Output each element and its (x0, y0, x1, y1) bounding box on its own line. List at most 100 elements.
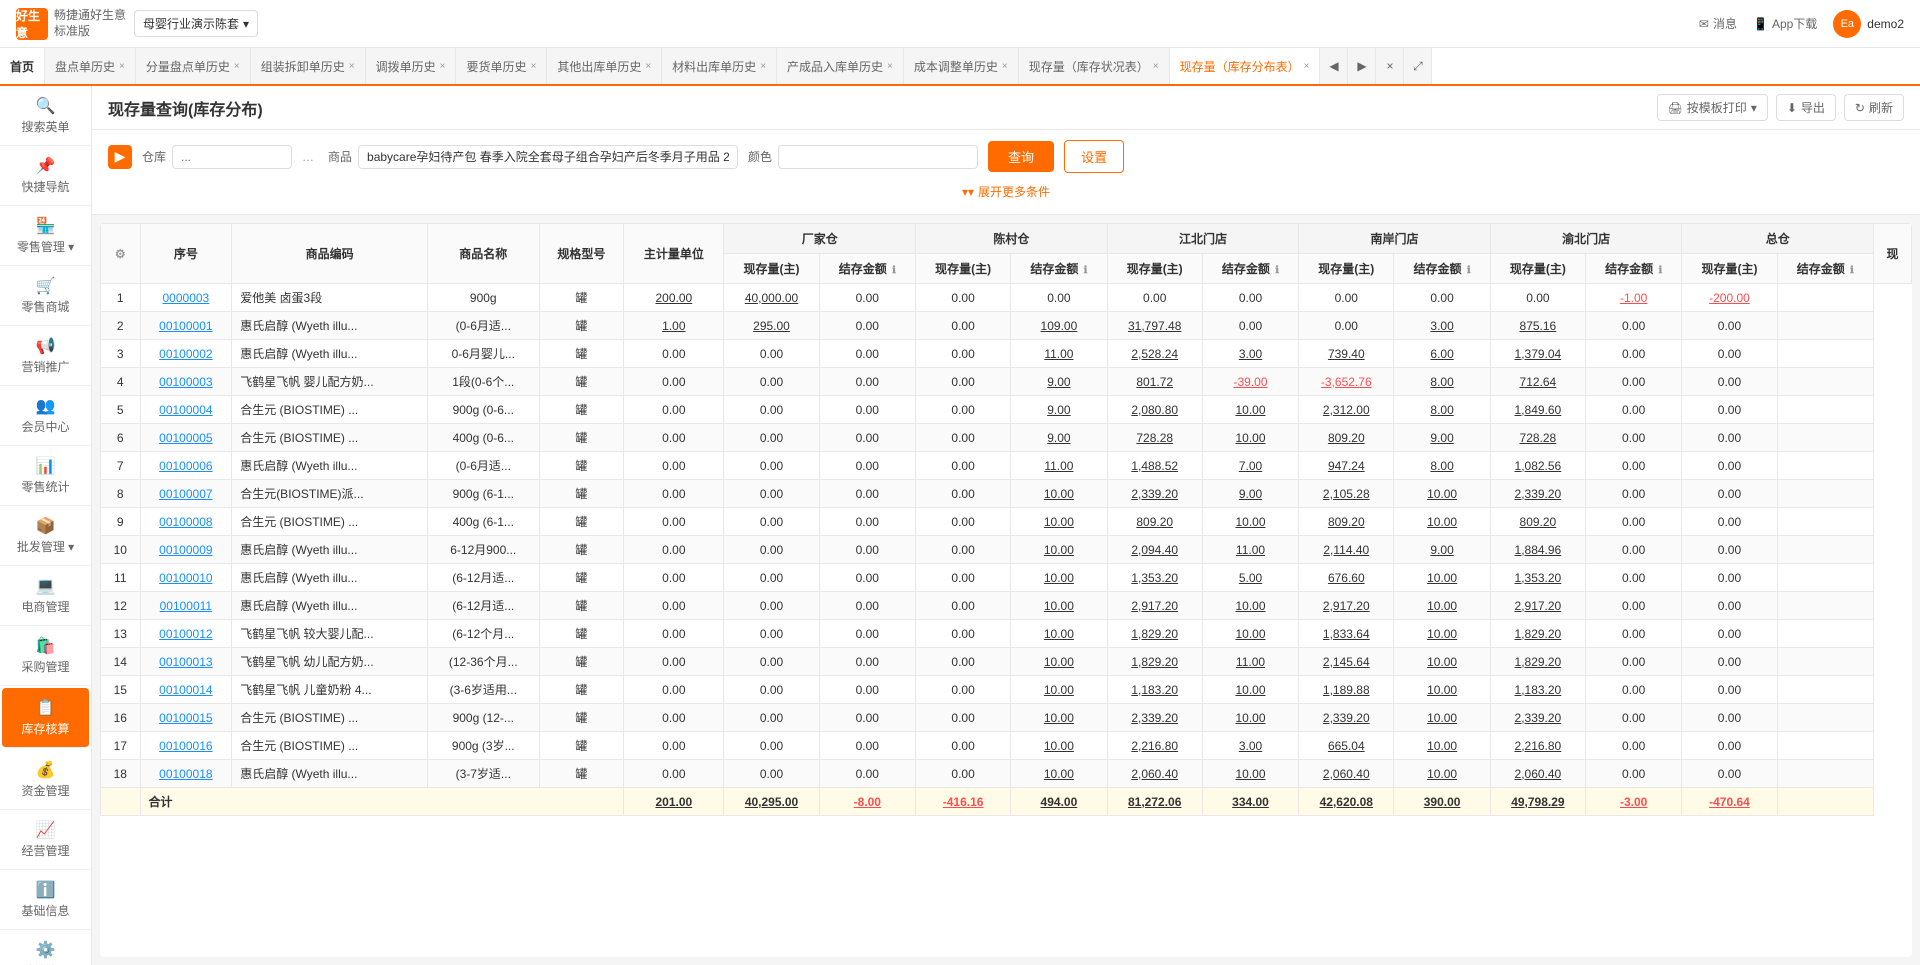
warehouse-input[interactable] (172, 145, 292, 169)
cell-value[interactable]: 1,082.56 (1490, 452, 1585, 480)
cell-value[interactable]: 1,183.20 (1490, 676, 1585, 704)
cell-value[interactable]: 49,798.29 (1490, 788, 1585, 816)
tab-expand[interactable]: ⤢ (1404, 48, 1432, 85)
tab-产成品入库单历史[interactable]: 产成品入库单历史× (777, 48, 904, 85)
cell-code[interactable]: 00100003 (140, 368, 232, 396)
cell-value[interactable]: 809.20 (1107, 508, 1202, 536)
cell-value[interactable]: 201.00 (624, 788, 724, 816)
sidebar-item-系统管理[interactable]: ⚙️ 系统管理 (0, 930, 91, 965)
tab-首页[interactable]: 首页 (0, 48, 45, 85)
cell-value[interactable]: 2,094.40 (1107, 536, 1202, 564)
cell-value[interactable]: 1,829.20 (1107, 620, 1202, 648)
cell-value[interactable]: 10.00 (1011, 592, 1108, 620)
cell-value[interactable]: 390.00 (1394, 788, 1491, 816)
cell-value[interactable]: 5.00 (1202, 564, 1299, 592)
sidebar-item-零售管理[interactable]: 🏪 零售管理 ▾ (0, 206, 91, 266)
tab-prev[interactable]: ◀ (1320, 48, 1348, 85)
cell-value[interactable]: 31,797.48 (1107, 312, 1202, 340)
cell-value[interactable]: 334.00 (1202, 788, 1299, 816)
cell-value[interactable]: 2,216.80 (1107, 732, 1202, 760)
cell-value[interactable]: 10.00 (1011, 508, 1108, 536)
sidebar-item-零售商城[interactable]: 🛒 零售商城 (0, 266, 91, 326)
cell-code[interactable]: 00100013 (140, 648, 232, 676)
cell-value[interactable]: 40,295.00 (724, 788, 819, 816)
cell-value[interactable]: 676.60 (1299, 564, 1394, 592)
tab-其他出库单历史[interactable]: 其他出库单历史× (547, 48, 662, 85)
close-tab-btn[interactable]: × (1002, 61, 1008, 72)
close-tab-btn[interactable]: × (645, 61, 651, 72)
tab-成本调整单历史[interactable]: 成本调整单历史× (904, 48, 1019, 85)
tab-现存量（库存状况表）[interactable]: 现存量（库存状况表）× (1019, 48, 1170, 85)
cell-value[interactable]: 10.00 (1011, 536, 1108, 564)
cell-value[interactable]: 2,917.20 (1490, 592, 1585, 620)
cell-value[interactable]: 42,620.08 (1299, 788, 1394, 816)
sidebar-item-资金管理[interactable]: 💰 资金管理 (0, 750, 91, 810)
cell-value[interactable]: 947.24 (1299, 452, 1394, 480)
tab-材料出库单历史[interactable]: 材料出库单历史× (662, 48, 777, 85)
cell-code[interactable]: 0000003 (140, 284, 232, 312)
sidebar-item-基础信息[interactable]: ℹ️ 基础信息 (0, 870, 91, 930)
cell-value[interactable]: 2,339.20 (1490, 704, 1585, 732)
sidebar-item-快捷导航[interactable]: 📌 快捷导航 (0, 146, 91, 206)
cell-value[interactable]: 109.00 (1011, 312, 1108, 340)
cell-value[interactable]: 9.00 (1011, 368, 1108, 396)
tab-盘点单历史[interactable]: 盘点单历史× (45, 48, 136, 85)
cell-value[interactable]: 10.00 (1202, 592, 1299, 620)
cell-value[interactable]: 10.00 (1394, 508, 1491, 536)
cell-code[interactable]: 00100018 (140, 760, 232, 788)
cell-value[interactable]: 10.00 (1394, 704, 1491, 732)
cell-value[interactable]: 10.00 (1202, 424, 1299, 452)
cell-value[interactable]: -470.64 (1682, 788, 1777, 816)
cell-value[interactable]: 739.40 (1299, 340, 1394, 368)
cell-value[interactable]: 10.00 (1011, 676, 1108, 704)
sidebar-item-电商管理[interactable]: 💻 电商管理 (0, 566, 91, 626)
close-tab-btn[interactable]: × (440, 61, 446, 72)
message-btn[interactable]: ✉ 消息 (1699, 15, 1737, 32)
cell-value[interactable]: 809.20 (1299, 424, 1394, 452)
close-tab-btn[interactable]: × (234, 61, 240, 72)
cell-value[interactable]: 1,379.04 (1490, 340, 1585, 368)
close-tab-btn[interactable]: × (760, 61, 766, 72)
cell-value[interactable]: 8.00 (1394, 368, 1491, 396)
cell-value[interactable]: 81,272.06 (1107, 788, 1202, 816)
cell-value[interactable]: 2,060.40 (1107, 760, 1202, 788)
cell-value[interactable]: 11.00 (1202, 648, 1299, 676)
cell-code[interactable]: 00100007 (140, 480, 232, 508)
cell-value[interactable]: 10.00 (1202, 760, 1299, 788)
close-tab-btn[interactable]: × (1304, 61, 1310, 72)
cell-value[interactable]: -3.00 (1585, 788, 1682, 816)
cell-code[interactable]: 00100008 (140, 508, 232, 536)
cell-value[interactable]: 2,528.24 (1107, 340, 1202, 368)
cell-value[interactable]: 10.00 (1202, 704, 1299, 732)
cell-value[interactable]: 2,917.20 (1299, 592, 1394, 620)
cell-code[interactable]: 00100011 (140, 592, 232, 620)
cell-code[interactable]: 00100005 (140, 424, 232, 452)
cell-code[interactable]: 00100010 (140, 564, 232, 592)
export-btn[interactable]: ⬇ 导出 (1776, 94, 1836, 121)
cell-value[interactable]: 1,353.20 (1490, 564, 1585, 592)
cell-code[interactable]: 00100001 (140, 312, 232, 340)
cell-value[interactable]: 11.00 (1202, 536, 1299, 564)
cell-value[interactable]: 1,189.88 (1299, 676, 1394, 704)
cell-value[interactable]: -416.16 (916, 788, 1011, 816)
cell-value[interactable]: 2,145.64 (1299, 648, 1394, 676)
cell-value[interactable]: 11.00 (1011, 340, 1108, 368)
cell-value[interactable]: 11.00 (1011, 452, 1108, 480)
cell-value[interactable]: 6.00 (1394, 340, 1491, 368)
cell-value[interactable]: 2,060.40 (1299, 760, 1394, 788)
cell-value[interactable]: 10.00 (1011, 480, 1108, 508)
print-btn[interactable]: 🖨 按模板打印 ▾ (1657, 94, 1768, 121)
cell-value[interactable]: 10.00 (1394, 676, 1491, 704)
user-area[interactable]: Ea demo2 (1833, 10, 1904, 38)
cell-value[interactable]: 10.00 (1202, 676, 1299, 704)
cell-value[interactable]: 2,339.20 (1107, 704, 1202, 732)
cell-value[interactable]: 2,060.40 (1490, 760, 1585, 788)
cell-value[interactable]: 295.00 (724, 312, 819, 340)
cell-value[interactable]: 10.00 (1011, 620, 1108, 648)
cell-value[interactable]: 494.00 (1011, 788, 1108, 816)
cell-value[interactable]: 2,114.40 (1299, 536, 1394, 564)
tab-要货单历史[interactable]: 要货单历史× (456, 48, 547, 85)
sidebar-item-库存核算[interactable]: 📋 库存核算 (2, 688, 89, 748)
filter-arrow-btn[interactable]: ▶ (108, 145, 132, 169)
cell-value[interactable]: 40,000.00 (724, 284, 819, 312)
